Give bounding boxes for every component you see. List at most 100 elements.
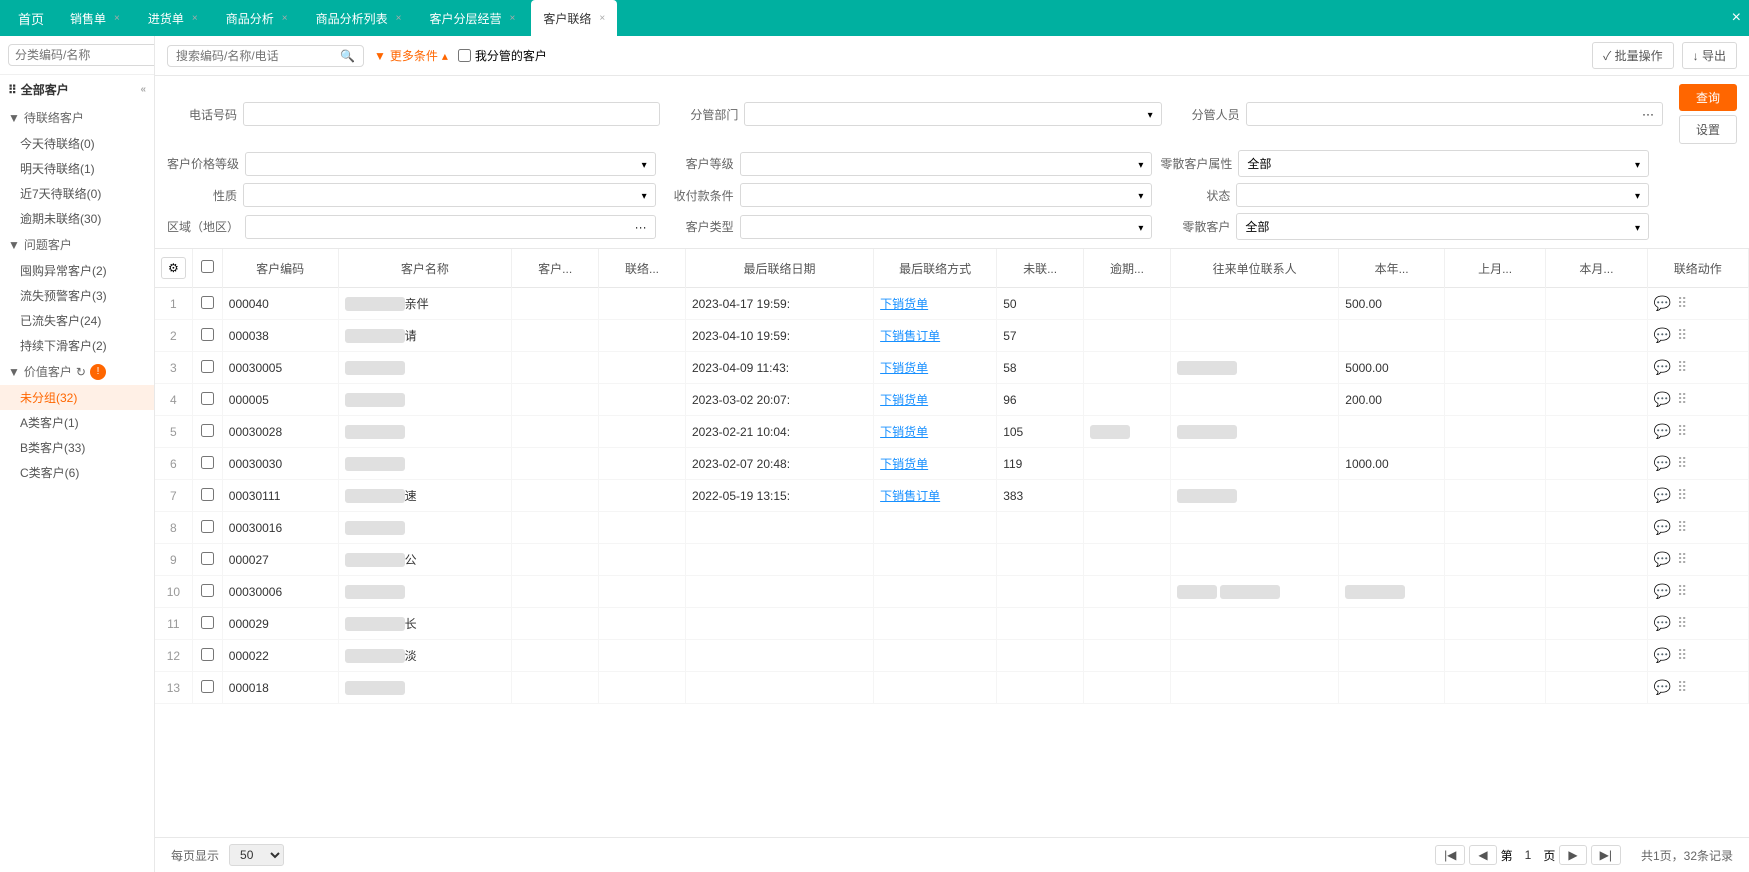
row-check[interactable] bbox=[192, 320, 222, 352]
per-page-select[interactable]: 50 100 200 bbox=[229, 844, 284, 866]
sidebar-item-today[interactable]: 今天待联络(0) bbox=[0, 131, 154, 156]
grid-action-icon[interactable]: ⠿ bbox=[1677, 647, 1687, 664]
filter-search-box[interactable]: 🔍 bbox=[167, 45, 364, 67]
grid-action-icon[interactable]: ⠿ bbox=[1677, 551, 1687, 568]
grid-action-icon[interactable]: ⠿ bbox=[1677, 359, 1687, 376]
sidebar-item-declining[interactable]: 持续下滑客户(2) bbox=[0, 333, 154, 358]
chat-icon[interactable]: 💬 bbox=[1654, 647, 1671, 664]
status-select[interactable] bbox=[1236, 183, 1649, 207]
export-button[interactable]: ↓ 导出 bbox=[1682, 42, 1737, 69]
row-check[interactable] bbox=[192, 384, 222, 416]
pay-select[interactable] bbox=[740, 183, 1153, 207]
grid-action-icon[interactable]: ⠿ bbox=[1677, 423, 1687, 440]
grid-action-icon[interactable]: ⠿ bbox=[1677, 391, 1687, 408]
refresh-icon[interactable]: ↻ bbox=[76, 365, 86, 379]
close-tab-customer-tier[interactable]: × bbox=[509, 13, 515, 24]
last-way-link[interactable]: 下销货单 bbox=[880, 297, 928, 311]
sidebar-item-a-class[interactable]: A类客户(1) bbox=[0, 410, 154, 435]
batch-op-button[interactable]: ✓ 批量操作 bbox=[1592, 42, 1674, 69]
grid-action-icon[interactable]: ⠿ bbox=[1677, 583, 1687, 600]
chat-icon[interactable]: 💬 bbox=[1654, 615, 1671, 632]
chat-icon[interactable]: 💬 bbox=[1654, 519, 1671, 536]
chat-icon[interactable]: 💬 bbox=[1654, 423, 1671, 440]
sidebar-group-problem[interactable]: ▼ 问题客户 bbox=[0, 231, 154, 258]
row-checkbox[interactable] bbox=[201, 456, 214, 469]
row-checkbox[interactable] bbox=[201, 424, 214, 437]
sidebar-item-ungroup[interactable]: 未分组(32) bbox=[0, 385, 154, 410]
sidebar-item-7days[interactable]: 近7天待联络(0) bbox=[0, 181, 154, 206]
sidebar-item-abnormal[interactable]: 囤购异常客户(2) bbox=[0, 258, 154, 283]
type-select[interactable] bbox=[740, 215, 1153, 239]
row-check[interactable] bbox=[192, 640, 222, 672]
close-tab-sales[interactable]: × bbox=[114, 13, 120, 24]
close-tab-analysis-list[interactable]: × bbox=[396, 13, 402, 24]
chat-icon[interactable]: 💬 bbox=[1654, 359, 1671, 376]
row-check[interactable] bbox=[192, 480, 222, 512]
search-button[interactable]: 查询 bbox=[1679, 84, 1737, 111]
grid-action-icon[interactable]: ⠿ bbox=[1677, 487, 1687, 504]
first-page-btn[interactable]: |◀ bbox=[1435, 845, 1465, 865]
person-select[interactable]: ··· bbox=[1246, 102, 1663, 126]
tab-customer-tier[interactable]: 客户分层经营 × bbox=[417, 0, 527, 36]
row-checkbox[interactable] bbox=[201, 584, 214, 597]
tab-sales[interactable]: 销售单 × bbox=[58, 0, 132, 36]
collapse-icon[interactable]: « bbox=[140, 84, 146, 95]
row-checkbox[interactable] bbox=[201, 296, 214, 309]
main-search-icon[interactable]: 🔍 bbox=[340, 49, 355, 63]
sidebar-all-customers[interactable]: ⠿ 全部客户 « bbox=[0, 75, 154, 104]
grid-action-icon[interactable]: ⠿ bbox=[1677, 615, 1687, 632]
close-tab-purchase[interactable]: × bbox=[192, 13, 198, 24]
row-checkbox[interactable] bbox=[201, 392, 214, 405]
row-checkbox[interactable] bbox=[201, 360, 214, 373]
last-page-btn[interactable]: ▶| bbox=[1591, 845, 1621, 865]
my-customers-check[interactable] bbox=[458, 49, 471, 62]
attr-select[interactable]: 全部 bbox=[1238, 150, 1649, 177]
scatter-select[interactable]: 全部 bbox=[1236, 213, 1649, 240]
sidebar-group-pending[interactable]: ▼ 待联络客户 bbox=[0, 104, 154, 131]
sidebar-item-overdue[interactable]: 逾期未联络(30) bbox=[0, 206, 154, 231]
nav-home[interactable]: 首页 bbox=[8, 9, 54, 28]
last-way-link[interactable]: 下销货单 bbox=[880, 393, 928, 407]
settings-button[interactable]: ⚙ bbox=[161, 257, 186, 279]
dept-select[interactable] bbox=[744, 102, 1161, 126]
phone-input[interactable] bbox=[243, 102, 660, 126]
close-tab-analysis[interactable]: × bbox=[282, 13, 288, 24]
chat-icon[interactable]: 💬 bbox=[1654, 551, 1671, 568]
row-checkbox[interactable] bbox=[201, 648, 214, 661]
last-way-link[interactable]: 下销货单 bbox=[880, 361, 928, 375]
sidebar-item-churned[interactable]: 已流失客户(24) bbox=[0, 308, 154, 333]
chat-icon[interactable]: 💬 bbox=[1654, 679, 1671, 696]
chat-icon[interactable]: 💬 bbox=[1654, 327, 1671, 344]
nature-select[interactable] bbox=[243, 183, 656, 207]
row-check[interactable] bbox=[192, 576, 222, 608]
region-select[interactable]: ··· bbox=[245, 215, 656, 239]
customer-level-select[interactable] bbox=[740, 152, 1153, 176]
row-check[interactable] bbox=[192, 608, 222, 640]
last-way-link[interactable]: 下销售订单 bbox=[880, 329, 940, 343]
col-header-settings[interactable]: ⚙ bbox=[155, 249, 192, 288]
col-header-check[interactable] bbox=[192, 249, 222, 288]
row-check[interactable] bbox=[192, 544, 222, 576]
sidebar-item-tomorrow[interactable]: 明天待联络(1) bbox=[0, 156, 154, 181]
region-ellipsis[interactable]: ··· bbox=[635, 220, 647, 234]
close-tab-customer-contact[interactable]: × bbox=[599, 13, 605, 24]
tab-analysis[interactable]: 商品分析 × bbox=[214, 0, 300, 36]
chat-icon[interactable]: 💬 bbox=[1654, 487, 1671, 504]
chat-icon[interactable]: 💬 bbox=[1654, 455, 1671, 472]
main-search-input[interactable] bbox=[176, 49, 336, 63]
row-check[interactable] bbox=[192, 288, 222, 320]
row-check[interactable] bbox=[192, 352, 222, 384]
more-conditions-btn[interactable]: ▼ 更多条件 ▴ bbox=[374, 47, 448, 64]
chat-icon[interactable]: 💬 bbox=[1654, 295, 1671, 312]
grid-action-icon[interactable]: ⠿ bbox=[1677, 295, 1687, 312]
my-customers-checkbox[interactable]: 我分管的客户 bbox=[458, 47, 547, 64]
sidebar-search-input[interactable] bbox=[8, 44, 155, 66]
tab-analysis-list[interactable]: 商品分析列表 × bbox=[304, 0, 414, 36]
chat-icon[interactable]: 💬 bbox=[1654, 391, 1671, 408]
row-checkbox[interactable] bbox=[201, 328, 214, 341]
last-way-link[interactable]: 下销货单 bbox=[880, 425, 928, 439]
row-checkbox[interactable] bbox=[201, 680, 214, 693]
close-window-icon[interactable]: × bbox=[1732, 9, 1741, 27]
row-check[interactable] bbox=[192, 672, 222, 704]
grid-action-icon[interactable]: ⠿ bbox=[1677, 519, 1687, 536]
